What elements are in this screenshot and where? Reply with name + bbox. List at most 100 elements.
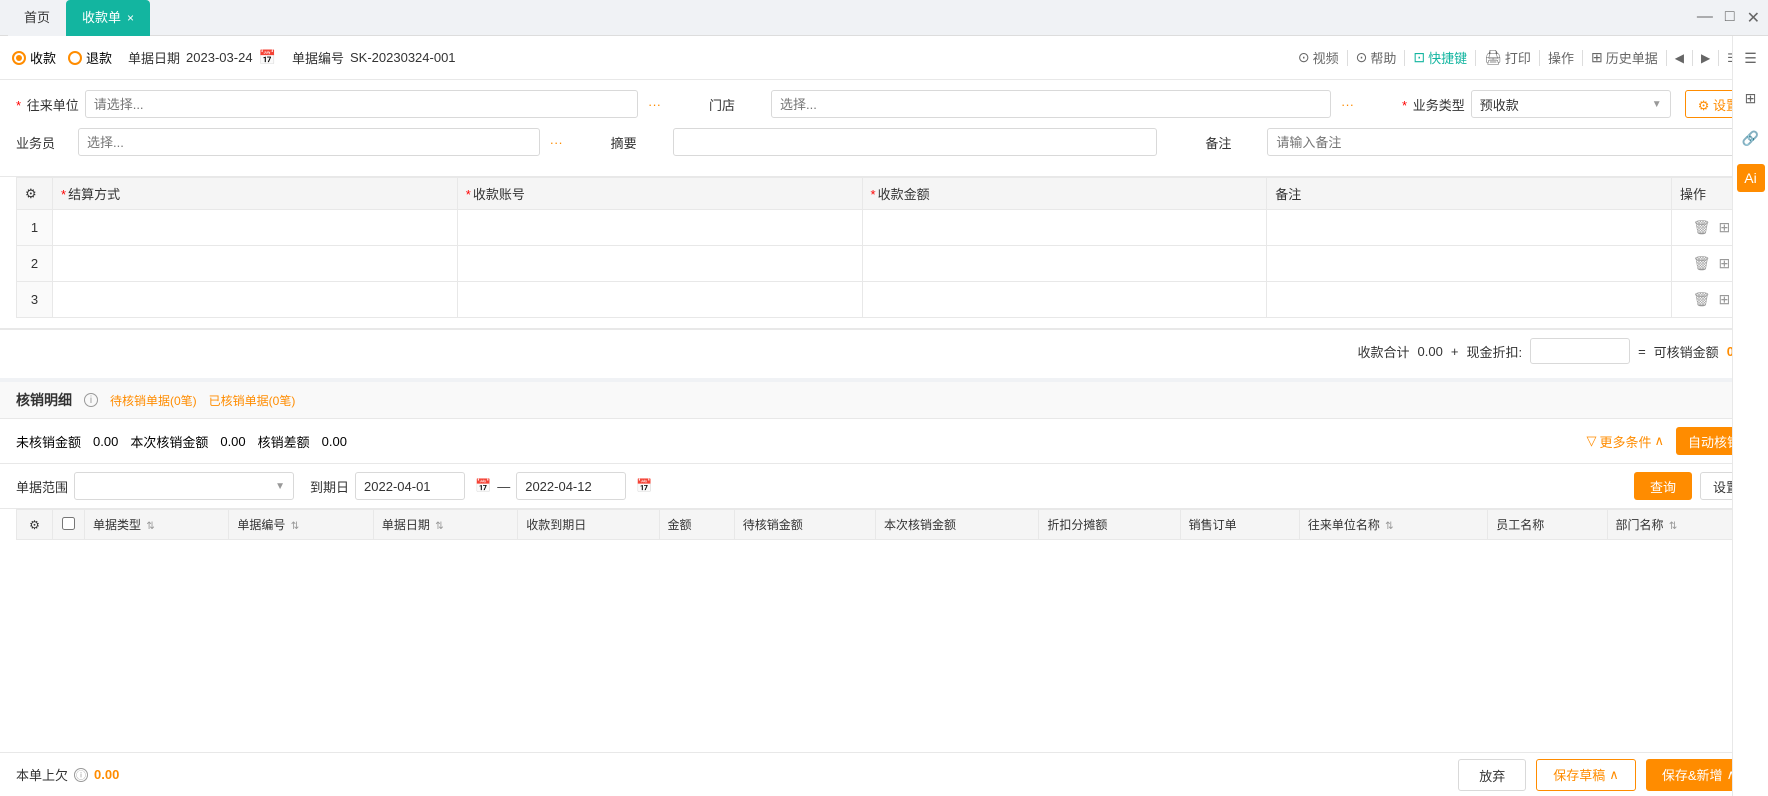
sort-icon[interactable]: ⇅ — [146, 521, 154, 532]
tab-close-icon[interactable]: × — [127, 0, 134, 36]
shortcut-btn[interactable]: ⊡ 快捷键 — [1413, 48, 1467, 67]
row-1-account-input[interactable] — [458, 210, 862, 245]
due-date-to-input[interactable] — [516, 472, 626, 500]
row-1-remark-input[interactable] — [1267, 210, 1671, 245]
toolbar-right: ⊙ 视频 ⊙ 帮助 ⊡ 快捷键 🖨 打印 操作 — [1298, 48, 1756, 67]
video-btn[interactable]: ⊙ 视频 — [1298, 48, 1339, 67]
radio-collect[interactable]: 收款 — [12, 48, 56, 67]
cal-from-icon[interactable]: 📅 — [475, 478, 491, 494]
due-date-label: 到期日 — [310, 477, 349, 496]
partner-more-icon[interactable]: ··· — [648, 97, 661, 112]
nav-right-icon[interactable]: ▶ — [1701, 51, 1710, 65]
print-btn[interactable]: 🖨 打印 — [1484, 48, 1531, 67]
discount-input[interactable] — [1530, 338, 1630, 364]
row-2-account[interactable] — [457, 246, 862, 282]
history-label: 历史单据 — [1606, 48, 1658, 67]
row-3-account-input[interactable] — [458, 282, 862, 317]
row-1-settle[interactable] — [53, 210, 458, 246]
staff-more-icon[interactable]: ··· — [550, 135, 563, 150]
row-2-remark-input[interactable] — [1267, 246, 1671, 281]
save-draft-btn[interactable]: 保存草稿 ∧ — [1536, 759, 1636, 791]
equals-icon: = — [1638, 344, 1646, 359]
row-1-settle-input[interactable] — [53, 210, 457, 245]
bottom-table: ⚙ 单据类型 ⇅ 单据编号 ⇅ 单据日期 ⇅ 收款到期日 金额 待核销金额 本次… — [16, 509, 1752, 540]
col-gear2-header[interactable]: ⚙ — [17, 510, 53, 540]
row-2-amount[interactable] — [862, 246, 1267, 282]
cal-to-icon[interactable]: 📅 — [636, 478, 652, 494]
partner-input[interactable] — [85, 90, 638, 118]
print-icon: 🖨 — [1484, 49, 1502, 66]
sort-icon5[interactable]: ⇅ — [1669, 521, 1677, 532]
store-input[interactable] — [771, 90, 1331, 118]
copy-icon-1[interactable]: ⊞ — [1719, 219, 1731, 236]
sidebar-ai-icon[interactable]: Ai — [1737, 164, 1765, 192]
abandon-btn[interactable]: 放弃 — [1458, 759, 1526, 791]
delete-icon-1[interactable]: 🗑 — [1693, 219, 1711, 236]
note-input[interactable] — [1267, 128, 1752, 156]
help-btn[interactable]: ⊙ 帮助 — [1356, 48, 1397, 67]
diff-value: 0.00 — [322, 434, 347, 449]
close-icon[interactable]: ✕ — [1747, 8, 1760, 28]
select-all-checkbox[interactable] — [62, 517, 75, 530]
operations-btn[interactable]: 操作 — [1548, 48, 1574, 67]
tab-current[interactable]: 收款单 × — [66, 0, 150, 36]
sidebar-table-icon[interactable]: ☰ — [1737, 44, 1765, 72]
more-conditions-btn[interactable]: ▽ 更多条件 ∧ — [1586, 432, 1664, 451]
range-select[interactable]: ▼ — [74, 472, 294, 500]
store-more-icon[interactable]: ··· — [1341, 97, 1354, 112]
tab-home[interactable]: 首页 — [8, 0, 66, 36]
row-2-settle-input[interactable] — [53, 246, 457, 281]
nav-left-icon[interactable]: ◀ — [1675, 51, 1684, 65]
due-date-from-input[interactable] — [355, 472, 465, 500]
sidebar-link-icon[interactable]: 🔗 — [1737, 124, 1765, 152]
row-1-amount-input[interactable] — [863, 210, 1267, 245]
table-row: 2 🗑 ⊞ — [17, 246, 1752, 282]
sort-icon4[interactable]: ⇅ — [1385, 521, 1393, 532]
row-2-remark[interactable] — [1267, 246, 1672, 282]
row-1-account[interactable] — [457, 210, 862, 246]
radio-collect-label: 收款 — [30, 48, 56, 67]
row-1-amount[interactable] — [862, 210, 1267, 246]
row-3-account[interactable] — [457, 282, 862, 318]
row-3-remark[interactable] — [1267, 282, 1672, 318]
col-doc-no-header: 单据编号 ⇅ — [229, 510, 373, 540]
staff-input[interactable] — [78, 128, 540, 156]
row-3-amount-input[interactable] — [863, 282, 1267, 317]
net-label: 可核销金额 — [1654, 342, 1719, 361]
col-checkbox-header[interactable] — [53, 510, 85, 540]
row-2-amount-input[interactable] — [863, 246, 1267, 281]
right-sidebar: ☰ ⊞ 🔗 Ai — [1732, 36, 1768, 796]
query-btn[interactable]: 查询 — [1634, 472, 1692, 500]
biz-type-select[interactable]: 预收款 ▼ — [1471, 90, 1671, 118]
delete-icon-2[interactable]: 🗑 — [1693, 255, 1711, 272]
local-diff-info-icon[interactable]: ⓘ — [74, 768, 88, 782]
row-3-remark-input[interactable] — [1267, 282, 1671, 317]
summary-input[interactable] — [673, 128, 1158, 156]
row-3-settle-input[interactable] — [53, 282, 457, 317]
sort-icon2[interactable]: ⇅ — [291, 521, 299, 532]
copy-icon-2[interactable]: ⊞ — [1719, 255, 1731, 272]
bottom-table-wrap: ⚙ 单据类型 ⇅ 单据编号 ⇅ 单据日期 ⇅ 收款到期日 金额 待核销金额 本次… — [0, 509, 1768, 540]
sort-icon3[interactable]: ⇅ — [435, 521, 443, 532]
delete-icon-3[interactable]: 🗑 — [1693, 291, 1711, 308]
row-2-num: 2 — [17, 246, 53, 282]
row-3-amount[interactable] — [862, 282, 1267, 318]
pending-tab[interactable]: 待核销单据(0笔) — [110, 392, 197, 409]
calendar-icon[interactable]: 📅 — [259, 49, 276, 66]
history-btn[interactable]: ⊞ 历史单据 — [1591, 48, 1658, 67]
info-icon[interactable]: i — [84, 393, 98, 407]
maximize-icon[interactable]: □ — [1725, 8, 1735, 28]
sidebar-grid-icon[interactable]: ⊞ — [1737, 84, 1765, 112]
radio-refund[interactable]: 退款 — [68, 48, 112, 67]
minimize-icon[interactable]: — — [1697, 8, 1713, 28]
required-star2: * — [1402, 98, 1407, 113]
col-doc-date-header: 单据日期 ⇅ — [373, 510, 517, 540]
row-2-account-input[interactable] — [458, 246, 862, 281]
done-tab[interactable]: 已核销单据(0笔) — [209, 392, 296, 409]
col-due-date-header: 收款到期日 — [518, 510, 659, 540]
copy-icon-3[interactable]: ⊞ — [1719, 291, 1731, 308]
col-gear-header[interactable]: ⚙ — [17, 178, 53, 210]
row-1-remark[interactable] — [1267, 210, 1672, 246]
row-2-settle[interactable] — [53, 246, 458, 282]
row-3-settle[interactable] — [53, 282, 458, 318]
